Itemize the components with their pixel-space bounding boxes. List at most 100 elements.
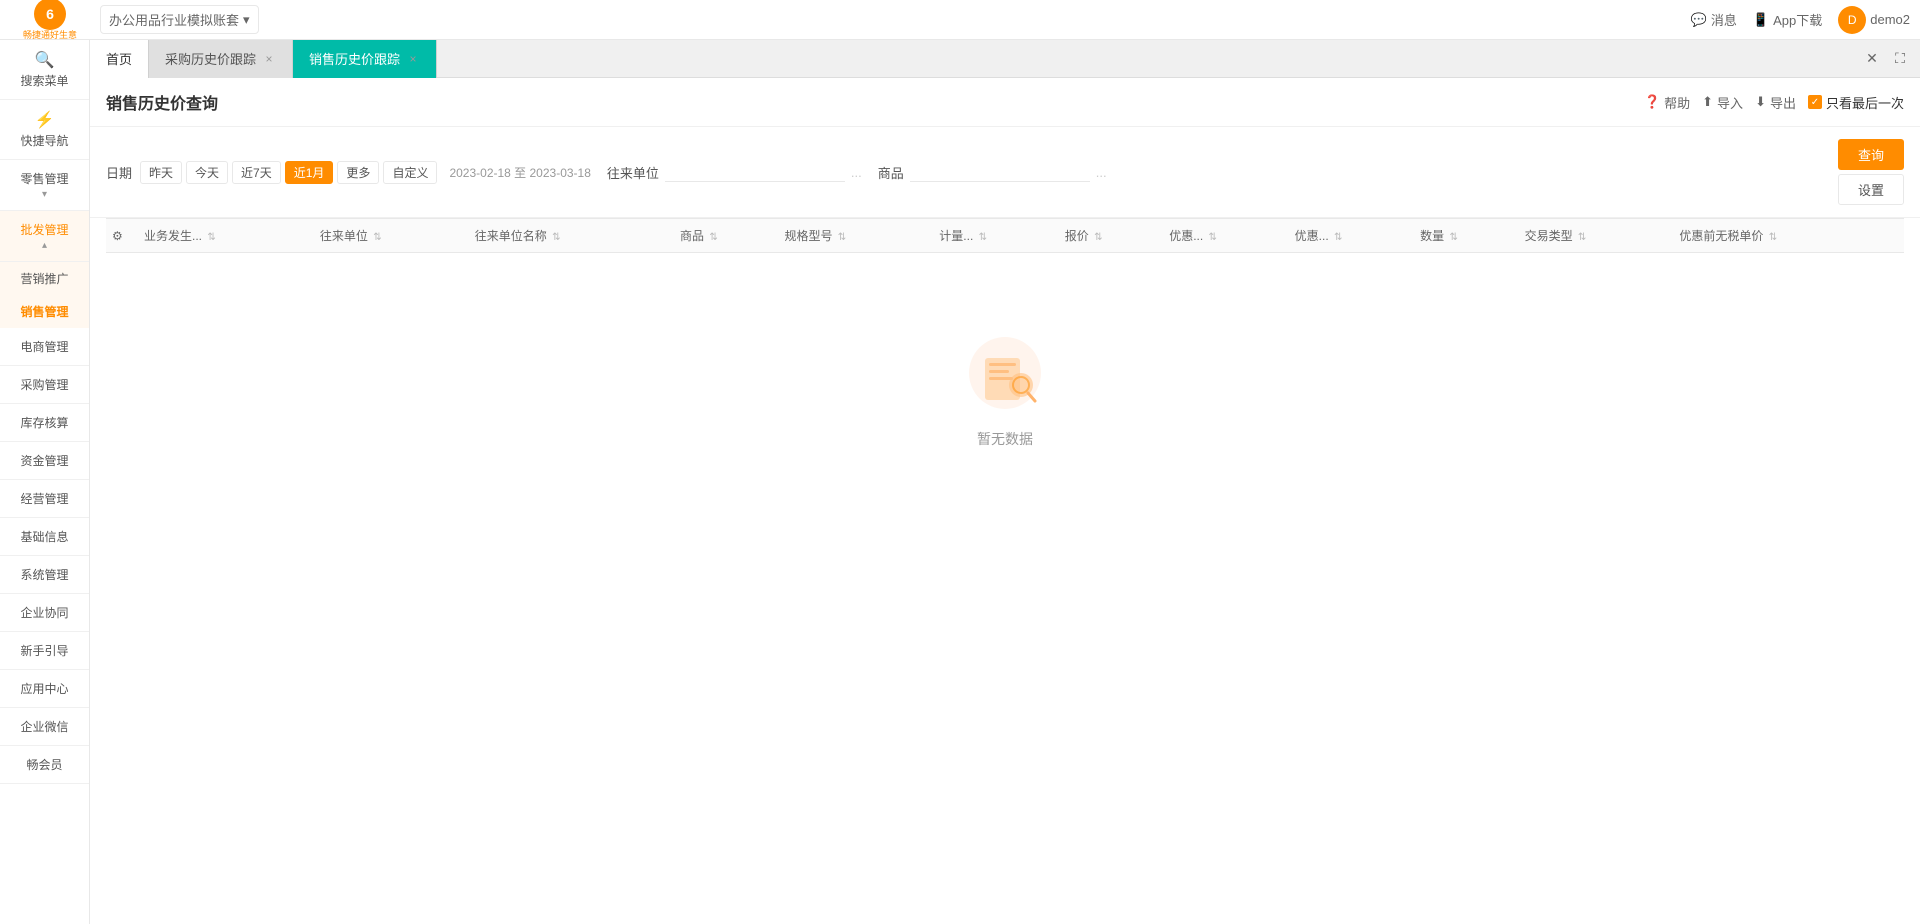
top-header: 6 畅捷通好生意 办公用品行业模拟账套 ▾ 💬 消息 📱 App下载 D dem… (0, 0, 1920, 40)
goods-label: 商品 (878, 163, 904, 182)
header-right: 💬 消息 📱 App下载 D demo2 (1691, 6, 1910, 34)
tab-home[interactable]: 首页 (90, 40, 149, 78)
app-selector[interactable]: 办公用品行业模拟账套 ▾ (100, 5, 259, 34)
avatar: D (1838, 6, 1866, 34)
table-container: ⚙ 业务发生... ⇅ 往来单位 ⇅ 往来单位名称 ⇅ 商品 ⇅ 规格型号 ⇅ … (90, 218, 1920, 529)
goods-input[interactable] (910, 162, 1090, 182)
date-btn-today[interactable]: 今天 (186, 161, 228, 184)
sidebar-item-purchase[interactable]: 采购管理 (0, 366, 89, 404)
partner-input[interactable] (665, 162, 845, 182)
settings-button[interactable]: 设置 (1838, 174, 1904, 205)
help-btn[interactable]: ❓ 帮助 (1644, 93, 1690, 112)
sidebar-item-label: 电商管理 (20, 338, 68, 355)
sidebar-item-guide[interactable]: 新手引导 (0, 632, 89, 670)
th-partner-code[interactable]: 往来单位 ⇅ (314, 219, 469, 253)
date-btn-more[interactable]: 更多 (337, 161, 379, 184)
partner-label: 往来单位 (607, 163, 659, 182)
sidebar-item-sales-manage[interactable]: 销售管理 (0, 295, 89, 328)
date-range-display: 2023-02-18 至 2023-03-18 (449, 164, 590, 181)
tab-sales-history[interactable]: 销售历史价跟踪 × (293, 40, 437, 78)
date-btn-7days[interactable]: 近7天 (232, 161, 281, 184)
th-discount1[interactable]: 优惠... ⇅ (1163, 219, 1288, 253)
sidebar-item-quick-nav[interactable]: ⚡ 快捷导航 (0, 100, 89, 160)
th-spec[interactable]: 规格型号 ⇅ (778, 219, 933, 253)
message-icon: 💬 (1691, 12, 1707, 28)
query-button[interactable]: 查询 (1838, 139, 1904, 170)
date-filter-group: 日期 昨天 今天 近7天 近1月 更多 自定义 2023-02-18 至 202… (106, 161, 591, 184)
sidebar-item-label: 采购管理 (20, 376, 68, 393)
tab-close-icon[interactable]: × (406, 52, 420, 66)
goods-filter-group: 商品 ... (878, 162, 1107, 182)
chevron-down-icon: ▾ (243, 12, 250, 28)
sidebar-item-ecommerce[interactable]: 电商管理 (0, 328, 89, 366)
page-title: 销售历史价查询 (106, 90, 218, 114)
tab-close-all-btn[interactable]: ✕ (1860, 47, 1884, 71)
date-btn-yesterday[interactable]: 昨天 (140, 161, 182, 184)
sidebar-item-basic-info[interactable]: 基础信息 (0, 518, 89, 556)
sidebar-item-label: 快捷导航 (20, 132, 68, 149)
tab-close-icon[interactable]: × (262, 52, 276, 66)
app-download-btn[interactable]: 📱 App下载 (1753, 10, 1822, 29)
user-menu[interactable]: D demo2 (1838, 6, 1910, 34)
table-gear-th[interactable]: ⚙ (106, 219, 138, 253)
sidebar-item-inventory[interactable]: 库存核算 (0, 404, 89, 442)
sidebar-item-label: 零售管理 (20, 170, 68, 187)
sidebar: 🔍 搜索菜单 ⚡ 快捷导航 零售管理 ▾ 批发管理 ▴ 营销推广 销售管理 电商… (0, 40, 90, 924)
tab-label: 首页 (106, 49, 132, 68)
nav-icon: ⚡ (35, 110, 55, 130)
sidebar-item-cooperation[interactable]: 企业协同 (0, 594, 89, 632)
sidebar-item-retail-manage[interactable]: 零售管理 ▾ (0, 160, 89, 211)
sidebar-item-app-center[interactable]: 应用中心 (0, 670, 89, 708)
sidebar-item-label: 资金管理 (20, 452, 68, 469)
download-icon: 📱 (1753, 12, 1769, 28)
th-unit[interactable]: 计量... ⇅ (933, 219, 1058, 253)
page-content: 销售历史价查询 ❓ 帮助 ⬆ 导入 ⬇ 导出 ✓ (90, 78, 1920, 924)
filter-bar: 日期 昨天 今天 近7天 近1月 更多 自定义 2023-02-18 至 202… (90, 127, 1920, 218)
th-partner-name[interactable]: 往来单位名称 ⇅ (469, 219, 674, 253)
sidebar-item-marketing[interactable]: 营销推广 (0, 262, 89, 295)
date-btn-custom[interactable]: 自定义 (383, 161, 437, 184)
app-download-label: App下载 (1773, 10, 1822, 29)
sidebar-item-label: 企业协同 (20, 604, 68, 621)
th-pretax-price[interactable]: 优惠前无税单价 ⇅ (1673, 219, 1904, 253)
export-btn[interactable]: ⬇ 导出 (1755, 93, 1796, 112)
export-icon: ⬇ (1755, 94, 1766, 110)
th-quote[interactable]: 报价 ⇅ (1059, 219, 1163, 253)
th-biz-date[interactable]: 业务发生... ⇅ (138, 219, 314, 253)
tab-label: 销售历史价跟踪 (309, 49, 400, 68)
chevron-up-icon: ▴ (42, 240, 47, 251)
help-label: 帮助 (1664, 93, 1690, 112)
message-btn[interactable]: 💬 消息 (1691, 10, 1737, 29)
sidebar-item-label: 系统管理 (20, 566, 68, 583)
help-icon: ❓ (1644, 94, 1660, 110)
tab-fullscreen-btn[interactable]: ⛶ (1888, 47, 1912, 71)
th-qty[interactable]: 数量 ⇅ (1414, 219, 1518, 253)
data-table: ⚙ 业务发生... ⇅ 往来单位 ⇅ 往来单位名称 ⇅ 商品 ⇅ 规格型号 ⇅ … (106, 218, 1904, 253)
sidebar-item-operation[interactable]: 经营管理 (0, 480, 89, 518)
sidebar-item-label: 新手引导 (20, 642, 68, 659)
sidebar-item-batch-manage[interactable]: 批发管理 ▴ (0, 211, 89, 262)
export-label: 导出 (1770, 93, 1796, 112)
sidebar-item-system[interactable]: 系统管理 (0, 556, 89, 594)
import-btn[interactable]: ⬆ 导入 (1702, 93, 1743, 112)
th-trade-type[interactable]: 交易类型 ⇅ (1519, 219, 1674, 253)
sidebar-item-finance[interactable]: 资金管理 (0, 442, 89, 480)
sidebar-item-label: 销售管理 (20, 305, 68, 319)
goods-dots-btn[interactable]: ... (1096, 165, 1107, 180)
th-discount2[interactable]: 优惠... ⇅ (1289, 219, 1414, 253)
content-area: 首页 采购历史价跟踪 × 销售历史价跟踪 × ✕ ⛶ 销售历史价查询 (90, 40, 1920, 924)
empty-state: 暂无数据 (106, 253, 1904, 529)
sidebar-item-wechat[interactable]: 企业微信 (0, 708, 89, 746)
search-icon: 🔍 (35, 50, 55, 70)
tab-purchase-history[interactable]: 采购历史价跟踪 × (149, 40, 293, 78)
chevron-down-icon: ▾ (42, 189, 47, 200)
date-btn-1month[interactable]: 近1月 (285, 161, 334, 184)
sidebar-item-vip[interactable]: 畅会员 (0, 746, 89, 784)
sidebar-item-search-menu[interactable]: 🔍 搜索菜单 (0, 40, 89, 100)
partner-filter-group: 往来单位 ... (607, 162, 862, 182)
only-last-checkbox[interactable]: ✓ 只看最后一次 (1808, 93, 1904, 112)
logo-icon: 6 (34, 0, 66, 30)
th-goods[interactable]: 商品 ⇅ (674, 219, 778, 253)
partner-dots-btn[interactable]: ... (851, 165, 862, 180)
date-filter-label: 日期 (106, 163, 132, 182)
